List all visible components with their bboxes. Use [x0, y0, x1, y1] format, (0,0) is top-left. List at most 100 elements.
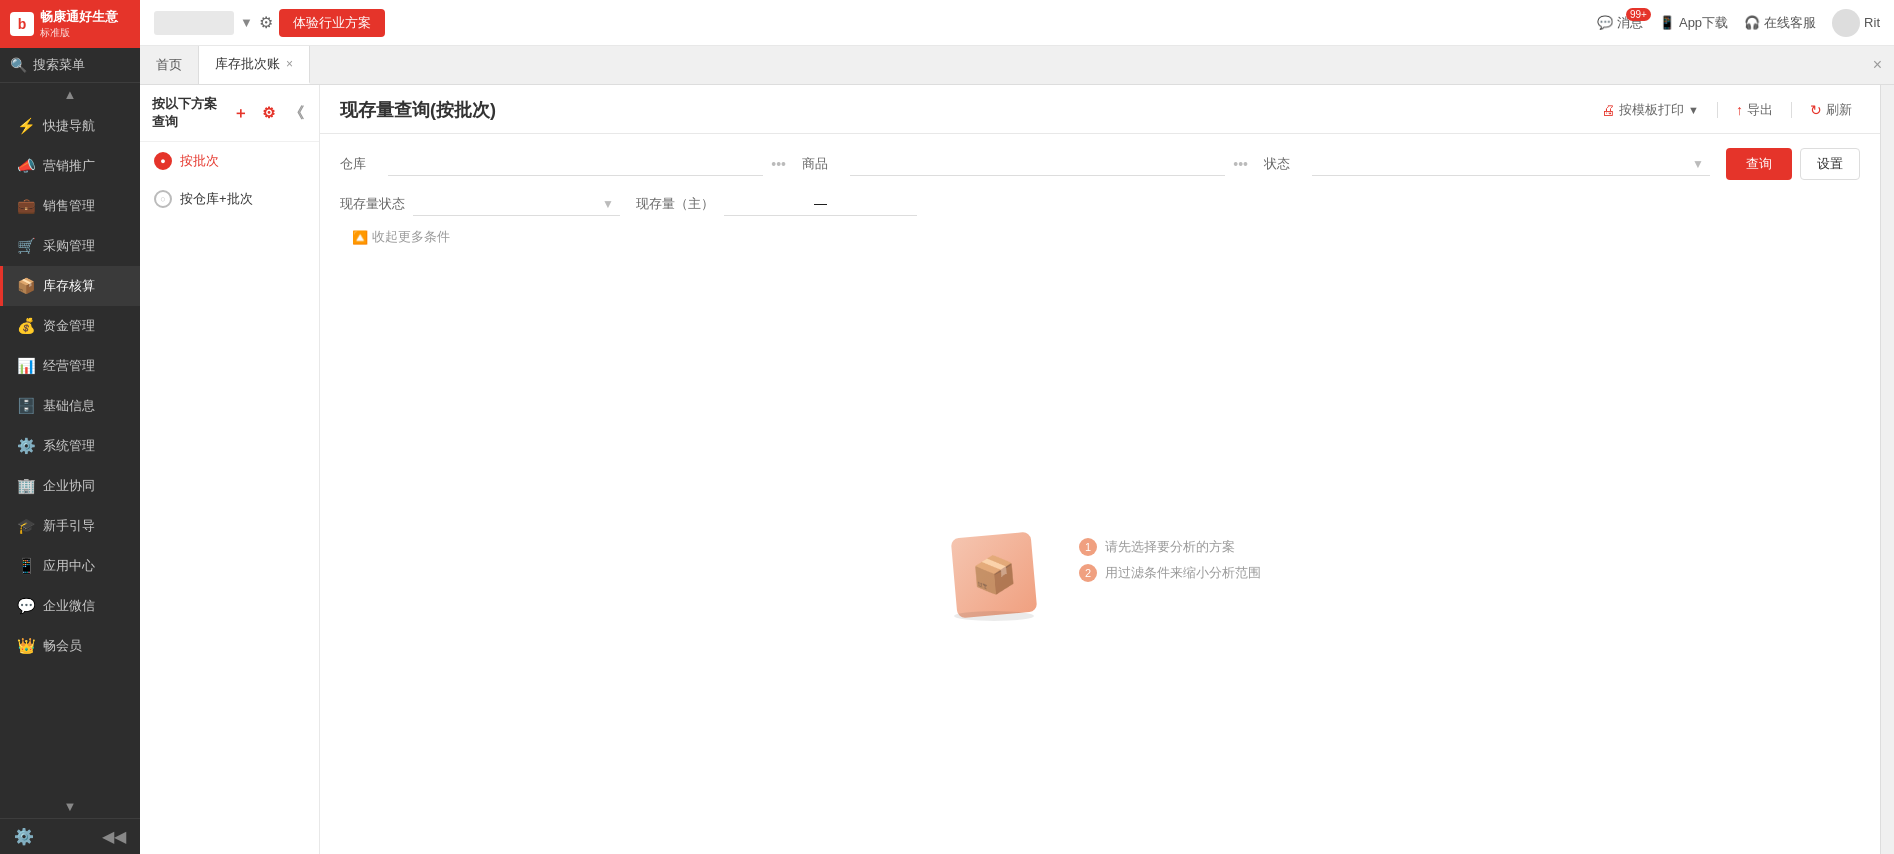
- collapse-panel-btn[interactable]: 《: [285, 102, 307, 124]
- sidebar-scroll-up[interactable]: ▲: [0, 83, 140, 106]
- left-panel-title: 按以下方案查询: [152, 95, 229, 131]
- scheme-active-icon: ●: [154, 152, 172, 170]
- logo-icon: b: [10, 12, 34, 36]
- system-icon: ⚙️: [17, 437, 35, 455]
- filter-row-2: 现存量状态 ▼ 现存量（主） —: [340, 192, 1860, 216]
- sidebar-item-label: 畅会员: [43, 637, 82, 655]
- print-btn[interactable]: 🖨 按模板打印 ▼: [1593, 97, 1707, 123]
- sidebar-header: b 畅康通好生意 标准版: [0, 0, 140, 48]
- sidebar-item-label: 应用中心: [43, 557, 95, 575]
- print-icon: 🖨: [1601, 102, 1615, 118]
- stock-status-arrow: ▼: [602, 197, 614, 211]
- status-label: 状态: [1264, 155, 1304, 173]
- tab-close-icon[interactable]: ×: [286, 57, 293, 71]
- sidebar-item-label: 新手引导: [43, 517, 95, 535]
- query-button[interactable]: 查询: [1726, 148, 1792, 180]
- left-panel: 按以下方案查询 ＋ ⚙ 《 ● 按批次 ○ 按仓库+批次: [140, 85, 320, 854]
- sidebar-scroll-down[interactable]: ▼: [0, 795, 140, 818]
- sidebar-item-label: 销售管理: [43, 197, 95, 215]
- refresh-icon: ↻: [1810, 102, 1822, 118]
- settings-icon[interactable]: ⚙️: [14, 827, 34, 846]
- sidebar-item-members[interactable]: 👑 畅会员: [0, 626, 140, 666]
- tab-bar: 首页 库存批次账 × ×: [140, 46, 1894, 85]
- sidebar-item-appstore[interactable]: 📱 应用中心: [0, 546, 140, 586]
- settings-scheme-btn[interactable]: ⚙: [257, 102, 279, 124]
- sidebar-item-marketing[interactable]: 📣 营销推广: [0, 146, 140, 186]
- hint-2-text: 用过滤条件来缩小分析范围: [1105, 564, 1261, 582]
- marketing-icon: 📣: [17, 157, 35, 175]
- sidebar-item-wechat[interactable]: 💬 企业微信: [0, 586, 140, 626]
- scheme-item-label: 按批次: [180, 152, 219, 170]
- sales-icon: 💼: [17, 197, 35, 215]
- topbar: ▼ ⚙ 体验行业方案 💬 消息 99+ 📱 App下载 🎧 在线客服 Rit: [140, 0, 1894, 46]
- online-service-btn[interactable]: 🎧 在线客服: [1744, 14, 1816, 32]
- page-title: 现存量查询(按批次): [340, 98, 496, 122]
- scheme-item-batch[interactable]: ● 按批次: [140, 142, 319, 180]
- stock-status-select[interactable]: ▼: [413, 193, 620, 216]
- headset-icon: 🎧: [1744, 15, 1760, 30]
- filter-row-1: 仓库 ••• 商品 ••• 状态 ▼: [340, 148, 1860, 180]
- stock-qty-min[interactable]: [730, 196, 810, 211]
- stock-qty-filter: 现存量（主） —: [636, 192, 917, 216]
- messages-btn[interactable]: 💬 消息 99+: [1597, 14, 1643, 32]
- sidebar-item-newbie[interactable]: 🎓 新手引导: [0, 506, 140, 546]
- sidebar-item-operations[interactable]: 📊 经营管理: [0, 346, 140, 386]
- collapse-sidebar-icon[interactable]: ◀◀: [102, 827, 126, 846]
- tab-home[interactable]: 首页: [140, 46, 199, 84]
- scheme-item-warehouse-batch[interactable]: ○ 按仓库+批次: [140, 180, 319, 218]
- purchase-icon: 🛒: [17, 237, 35, 255]
- page-content: 按以下方案查询 ＋ ⚙ 《 ● 按批次 ○ 按仓库+批次 现存量查询: [140, 85, 1894, 854]
- warehouse-more-icon[interactable]: •••: [771, 156, 786, 172]
- topbar-dropdown-icon[interactable]: ▼: [240, 15, 253, 30]
- sidebar-item-inventory[interactable]: 📦 库存核算: [0, 266, 140, 306]
- operations-icon: 📊: [17, 357, 35, 375]
- sidebar-item-system[interactable]: ⚙️ 系统管理: [0, 426, 140, 466]
- tab-bar-close-icon[interactable]: ×: [1861, 56, 1894, 74]
- sidebar-item-label: 经营管理: [43, 357, 95, 375]
- topbar-gear-icon[interactable]: ⚙: [259, 13, 273, 32]
- sidebar-item-basics[interactable]: 🗄️ 基础信息: [0, 386, 140, 426]
- wechat-icon: 💬: [17, 597, 35, 615]
- tab-inventory-batch[interactable]: 库存批次账 ×: [199, 46, 310, 84]
- print-dropdown-icon[interactable]: ▼: [1688, 104, 1699, 116]
- export-btn[interactable]: ↑ 导出: [1728, 97, 1781, 123]
- newbie-icon: 🎓: [17, 517, 35, 535]
- sidebar-item-enterprise[interactable]: 🏢 企业协同: [0, 466, 140, 506]
- hint-1-num: 1: [1079, 538, 1097, 556]
- right-panel: 现存量查询(按批次) 🖨 按模板打印 ▼ ↑ 导出: [320, 85, 1880, 854]
- sidebar-item-label: 资金管理: [43, 317, 95, 335]
- user-avatar[interactable]: Rit: [1832, 9, 1880, 37]
- stock-qty-max[interactable]: [831, 196, 911, 211]
- export-label: 导出: [1747, 101, 1773, 119]
- inventory-icon: 📦: [17, 277, 35, 295]
- collapse-up-icon: 🔼: [352, 230, 368, 245]
- sidebar-item-quick-nav[interactable]: ⚡ 快捷导航: [0, 106, 140, 146]
- app-download-btn[interactable]: 📱 App下载: [1659, 14, 1728, 32]
- status-select[interactable]: ▼: [1312, 153, 1710, 176]
- sidebar: b 畅康通好生意 标准版 🔍 搜索菜单 ▲ ⚡ 快捷导航 📣 营销推广 💼 销售…: [0, 0, 140, 854]
- right-scrollbar[interactable]: [1880, 85, 1894, 854]
- product-input[interactable]: [850, 152, 1225, 176]
- refresh-btn[interactable]: ↻ 刷新: [1802, 97, 1860, 123]
- warehouse-input[interactable]: [388, 152, 763, 176]
- sidebar-item-finance[interactable]: 💰 资金管理: [0, 306, 140, 346]
- setting-button[interactable]: 设置: [1800, 148, 1860, 180]
- page-header: 现存量查询(按批次) 🖨 按模板打印 ▼ ↑ 导出: [320, 85, 1880, 134]
- product-more-icon[interactable]: •••: [1233, 156, 1248, 172]
- enterprise-icon: 🏢: [17, 477, 35, 495]
- members-icon: 👑: [17, 637, 35, 655]
- main-wrapper: ▼ ⚙ 体验行业方案 💬 消息 99+ 📱 App下载 🎧 在线客服 Rit: [140, 0, 1894, 854]
- add-scheme-btn[interactable]: ＋: [229, 102, 251, 124]
- app-name: 畅康通好生意: [40, 8, 118, 26]
- hint-2-num: 2: [1079, 564, 1097, 582]
- sidebar-search-menu[interactable]: 🔍 搜索菜单: [0, 48, 140, 83]
- sidebar-item-purchase[interactable]: 🛒 采购管理: [0, 226, 140, 266]
- warehouse-label: 仓库: [340, 155, 380, 173]
- collapse-more-btn[interactable]: 🔼 收起更多条件: [340, 222, 1860, 252]
- collapse-btn-label: 收起更多条件: [372, 228, 450, 246]
- sidebar-item-sales[interactable]: 💼 销售管理: [0, 186, 140, 226]
- experience-btn[interactable]: 体验行业方案: [279, 9, 385, 37]
- status-select-arrow: ▼: [1692, 157, 1704, 171]
- left-panel-header: 按以下方案查询 ＋ ⚙ 《: [140, 85, 319, 142]
- empty-hint-1: 1 请先选择要分析的方案: [1079, 538, 1261, 556]
